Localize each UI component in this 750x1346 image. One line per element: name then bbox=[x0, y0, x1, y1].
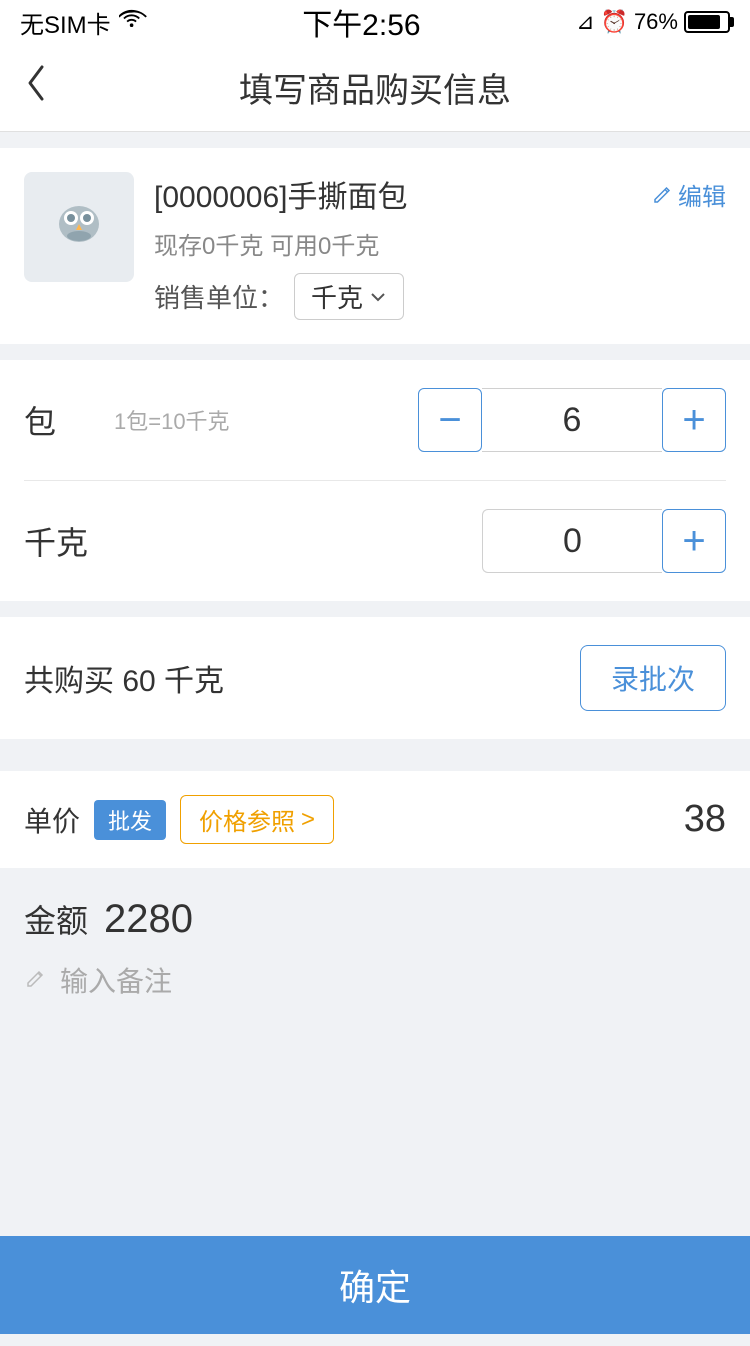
unit-select[interactable]: 千克 bbox=[294, 273, 404, 320]
battery-icon bbox=[684, 11, 730, 33]
alarm-icon: ⏰ bbox=[601, 9, 628, 35]
edit-button[interactable]: 编辑 bbox=[652, 177, 726, 212]
product-stock: 现存0千克 可用0千克 bbox=[154, 226, 726, 261]
amount-label: 金额 bbox=[24, 896, 88, 942]
product-thumbnail bbox=[24, 172, 134, 282]
status-time: 下午2:56 bbox=[302, 0, 420, 44]
kg-plus-button[interactable]: + bbox=[662, 509, 726, 573]
bao-sublabel: 1包=10千克 bbox=[114, 404, 230, 436]
input-section: 包 1包=10千克 − + 千克 + bbox=[0, 360, 750, 601]
amount-row: 金额 2280 bbox=[24, 896, 726, 942]
divider-3 bbox=[0, 739, 750, 755]
carrier-text: 无SIM卡 bbox=[20, 5, 111, 40]
kg-controls: + bbox=[482, 509, 726, 573]
status-carrier: 无SIM卡 bbox=[20, 5, 147, 40]
product-section: [0000006]手撕面包 编辑 现存0千克 可用0千克 销售单位： 千克 bbox=[0, 148, 750, 344]
status-right: ⊿ ⏰ 76% bbox=[576, 9, 730, 35]
divider-2 bbox=[0, 601, 750, 617]
pencil-icon bbox=[24, 964, 50, 997]
edit-label: 编辑 bbox=[678, 177, 726, 212]
price-value: 38 bbox=[684, 798, 726, 841]
note-row: 输入备注 bbox=[24, 960, 726, 1016]
bao-minus-button[interactable]: − bbox=[418, 388, 482, 452]
note-placeholder[interactable]: 输入备注 bbox=[60, 960, 172, 1000]
bao-label: 包 bbox=[24, 397, 104, 443]
bao-plus-button[interactable]: + bbox=[662, 388, 726, 452]
product-info: [0000006]手撕面包 编辑 现存0千克 可用0千克 销售单位： 千克 bbox=[154, 172, 726, 320]
total-text: 共购买 60 千克 bbox=[24, 656, 224, 700]
divider-1 bbox=[0, 344, 750, 360]
price-label: 单价 bbox=[24, 800, 80, 840]
product-icon bbox=[49, 192, 109, 262]
unit-label: 销售单位： bbox=[154, 278, 284, 315]
page-title: 填写商品购买信息 bbox=[239, 63, 511, 112]
bao-controls: − + bbox=[418, 388, 726, 452]
total-section: 共购买 60 千克 录批次 bbox=[0, 617, 750, 739]
confirm-button[interactable]: 确定 bbox=[0, 1236, 750, 1334]
price-section: 单价 批发 价格参照 > 38 bbox=[0, 771, 750, 868]
nav-bar: 填写商品购买信息 bbox=[0, 44, 750, 132]
price-ref-label: 价格参照 bbox=[199, 802, 295, 837]
bao-quantity-input[interactable] bbox=[482, 388, 662, 452]
batch-button-label: 录批次 bbox=[611, 664, 695, 695]
price-ref-button[interactable]: 价格参照 > bbox=[180, 795, 334, 844]
price-tag: 批发 bbox=[94, 800, 166, 840]
location-icon: ⊿ bbox=[576, 9, 594, 35]
back-button[interactable] bbox=[24, 63, 48, 113]
unit-value: 千克 bbox=[311, 278, 363, 315]
product-name: [0000006]手撕面包 bbox=[154, 172, 407, 216]
amount-section: 金额 2280 输入备注 bbox=[0, 868, 750, 1026]
confirm-button-label: 确定 bbox=[339, 1259, 411, 1311]
minus-icon: − bbox=[438, 398, 461, 443]
amount-value: 2280 bbox=[104, 897, 193, 942]
batch-button[interactable]: 录批次 bbox=[580, 645, 726, 711]
kg-input-row: 千克 + bbox=[24, 481, 726, 601]
status-bar: 无SIM卡 下午2:56 ⊿ ⏰ 76% bbox=[0, 0, 750, 44]
kg-label: 千克 bbox=[24, 518, 104, 564]
plus-icon: + bbox=[682, 398, 705, 443]
kg-quantity-input[interactable] bbox=[482, 509, 662, 573]
bao-input-row: 包 1包=10千克 − + bbox=[24, 360, 726, 481]
wifi-icon bbox=[119, 8, 147, 36]
battery-percent: 76% bbox=[634, 9, 678, 35]
price-ref-arrow: > bbox=[301, 806, 315, 834]
plus-icon-kg: + bbox=[682, 519, 705, 564]
